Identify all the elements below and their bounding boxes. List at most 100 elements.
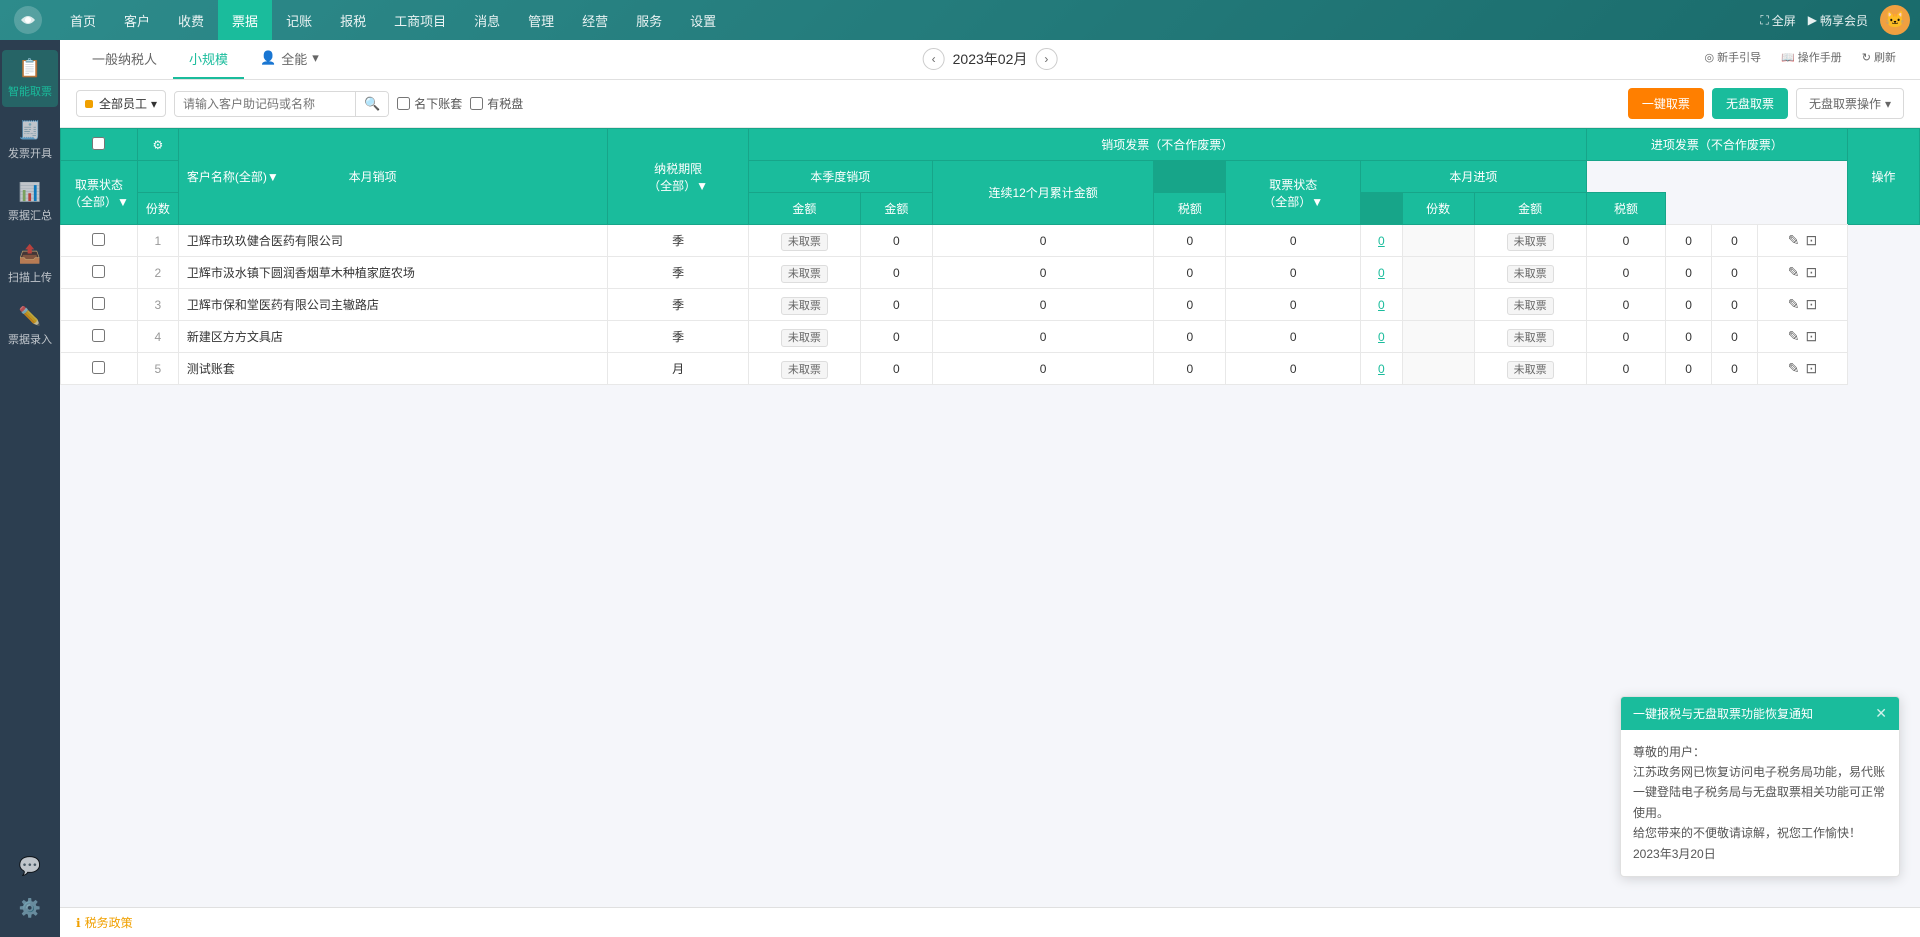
sales-12m-cell[interactable]: 0 — [1361, 289, 1403, 321]
manual-btn[interactable]: 📖 操作手册 — [1773, 46, 1850, 68]
table-row: 1 卫辉市玖玖健合医药有限公司 季 未取票 0 0 0 0 0 未取票 0 0 … — [61, 225, 1920, 257]
notification-close-btn[interactable]: ✕ — [1875, 705, 1887, 722]
select-all-checkbox[interactable] — [92, 137, 105, 150]
user-avatar[interactable]: 🐱 — [1880, 5, 1910, 35]
nav-service[interactable]: 服务 — [622, 0, 676, 40]
guide-btn[interactable]: ◎ 新手引导 — [1696, 46, 1769, 68]
gear-icon: ⚙️ — [19, 898, 41, 919]
sidebar-item-chat[interactable]: 💬 — [2, 848, 58, 885]
sales-q-tax-cell: 0 — [1226, 225, 1361, 257]
nav-invoice[interactable]: 票据 — [218, 0, 272, 40]
row-num: 4 — [137, 321, 178, 353]
client-name-cell: 卫辉市汲水镇下圆润香烟草木种植家庭农场 — [178, 257, 608, 289]
no-disk-fetch-btn[interactable]: 无盘取票 — [1712, 88, 1788, 119]
nav-client[interactable]: 客户 — [110, 0, 164, 40]
sales-12m-cell[interactable]: 0 — [1361, 257, 1403, 289]
row-num: 1 — [137, 225, 178, 257]
more-icon[interactable]: ⊡ — [1805, 360, 1817, 377]
tax-period-cell: 季 — [608, 289, 748, 321]
sales-12m-cell[interactable]: 0 — [1361, 225, 1403, 257]
nav-home[interactable]: 首页 — [56, 0, 110, 40]
has-tax-disk-checkbox[interactable] — [470, 97, 483, 110]
nav-operation[interactable]: 经营 — [568, 0, 622, 40]
row-checkbox[interactable] — [92, 297, 105, 310]
nav-right-actions: ⛶ 全屏 ▶ 畅享会员 🐱 — [1760, 5, 1910, 35]
top-navigation: 首页 客户 收费 票据 记账 报税 工商项目 消息 管理 经营 服务 设置 ⛶ … — [0, 0, 1920, 40]
search-input[interactable] — [175, 93, 355, 115]
month-navigator: ‹ 2023年02月 › — [923, 48, 1058, 70]
under-account-checkbox[interactable] — [397, 97, 410, 110]
search-button[interactable]: 🔍 — [355, 92, 388, 116]
edit-icon[interactable]: ✎ — [1788, 264, 1800, 281]
more-icon[interactable]: ⊡ — [1805, 264, 1817, 281]
purchase-status-cell: 未取票 — [1474, 225, 1586, 257]
row-checkbox[interactable] — [92, 233, 105, 246]
purchase-status-cell: 未取票 — [1474, 353, 1586, 385]
sidebar-item-scan-upload[interactable]: 📤 扫描上传 — [2, 236, 58, 293]
tab-all[interactable]: 👤 全能 ▾ — [244, 40, 335, 79]
nav-business[interactable]: 工商项目 — [380, 0, 460, 40]
edit-icon[interactable]: ✎ — [1788, 360, 1800, 377]
table-row: 5 测试账套 月 未取票 0 0 0 0 0 未取票 0 0 0 ✎ ⊡ — [61, 353, 1920, 385]
prev-month-btn[interactable]: ‹ — [923, 48, 945, 70]
tabs-bar: 一般纳税人 小规模 👤 全能 ▾ ‹ 2023年02月 › ◎ 新手引导 — [60, 40, 1920, 80]
nav-manage[interactable]: 管理 — [514, 0, 568, 40]
edit-icon[interactable]: ✎ — [1788, 296, 1800, 313]
sidebar-item-smart-ticket[interactable]: 📋 智能取票 — [2, 50, 58, 107]
sales-m-copies-cell: 0 — [860, 257, 932, 289]
sales-12m-cell[interactable]: 0 — [1361, 321, 1403, 353]
sales-q-tax-cell: 0 — [1226, 257, 1361, 289]
spacer2-header — [1361, 193, 1403, 225]
spacer-cell — [1402, 257, 1474, 289]
sidebar-item-issue-invoice[interactable]: 🧾 发票开具 — [2, 112, 58, 169]
row-num: 3 — [137, 289, 178, 321]
row-checkbox-cell — [61, 321, 138, 353]
nav-settings[interactable]: 设置 — [676, 0, 730, 40]
actions-cell: ✎ ⊡ — [1757, 225, 1847, 257]
tab-general-taxpayer[interactable]: 一般纳税人 — [76, 40, 173, 79]
edit-icon[interactable]: ✎ — [1788, 328, 1800, 345]
sales-12m-cell[interactable]: 0 — [1361, 353, 1403, 385]
has-tax-disk-filter[interactable]: 有税盘 — [470, 95, 523, 112]
more-icon[interactable]: ⊡ — [1805, 328, 1817, 345]
edit-icon[interactable]: ✎ — [1788, 232, 1800, 249]
more-icon[interactable]: ⊡ — [1805, 296, 1817, 313]
nav-message[interactable]: 消息 — [460, 0, 514, 40]
one-click-fetch-btn[interactable]: 一键取票 — [1628, 88, 1704, 119]
no-disk-ops-btn[interactable]: 无盘取票操作 ▾ — [1796, 88, 1904, 119]
table-header-sub-row: 取票状态（全部）▼ 本月销项 本季度销项 连续12个月累计金额 取票状态（全部）… — [61, 161, 1920, 193]
sidebar-item-gear[interactable]: ⚙️ — [2, 890, 58, 927]
under-account-filter[interactable]: 名下账套 — [397, 95, 462, 112]
table-header-group-row: ⚙ 客户名称(全部)▼ 纳税期限（全部）▼ 销项发票（不合作废票） 进项发票（不… — [61, 129, 1920, 161]
employee-filter[interactable]: 全部员工 ▾ — [76, 90, 166, 117]
fullscreen-btn[interactable]: ⛶ 全屏 — [1760, 12, 1795, 29]
entry-icon: ✏️ — [19, 306, 41, 327]
actions-cell: ✎ ⊡ — [1757, 257, 1847, 289]
tax-period-header: 纳税期限（全部）▼ — [608, 129, 748, 225]
member-btn[interactable]: ▶ 畅享会员 — [1808, 12, 1868, 29]
issue-invoice-icon: 🧾 — [19, 120, 41, 141]
next-month-btn[interactable]: › — [1035, 48, 1057, 70]
row-checkbox[interactable] — [92, 265, 105, 278]
sidebar-item-summary[interactable]: 📊 票据汇总 — [2, 174, 58, 231]
tax-policy-link[interactable]: 税务政策 — [85, 914, 133, 931]
refresh-btn[interactable]: ↻ 刷新 — [1854, 46, 1904, 68]
scan-icon: 📤 — [19, 244, 41, 265]
row-checkbox[interactable] — [92, 361, 105, 374]
tax-period-cell: 季 — [608, 257, 748, 289]
sales-q-tax-cell: 0 — [1226, 321, 1361, 353]
more-icon[interactable]: ⊡ — [1805, 232, 1817, 249]
nav-fee[interactable]: 收费 — [164, 0, 218, 40]
row-checkbox[interactable] — [92, 329, 105, 342]
sales-quarter-header: 本季度销项 — [748, 161, 932, 193]
client-name-cell: 卫辉市保和堂医药有限公司主辙路店 — [178, 289, 608, 321]
tax-period-cell: 季 — [608, 321, 748, 353]
sales-q-tax-cell: 0 — [1226, 353, 1361, 385]
sales-invoice-group-header: 销项发票（不合作废票） — [748, 129, 1586, 161]
sidebar-item-entry[interactable]: ✏️ 票据录入 — [2, 298, 58, 355]
purchase-m-amount-cell: 0 — [1666, 257, 1712, 289]
nav-tax[interactable]: 报税 — [326, 0, 380, 40]
tab-small-scale[interactable]: 小规模 — [173, 40, 244, 79]
nav-bookkeeping[interactable]: 记账 — [272, 0, 326, 40]
sales-m-copies-cell: 0 — [860, 321, 932, 353]
